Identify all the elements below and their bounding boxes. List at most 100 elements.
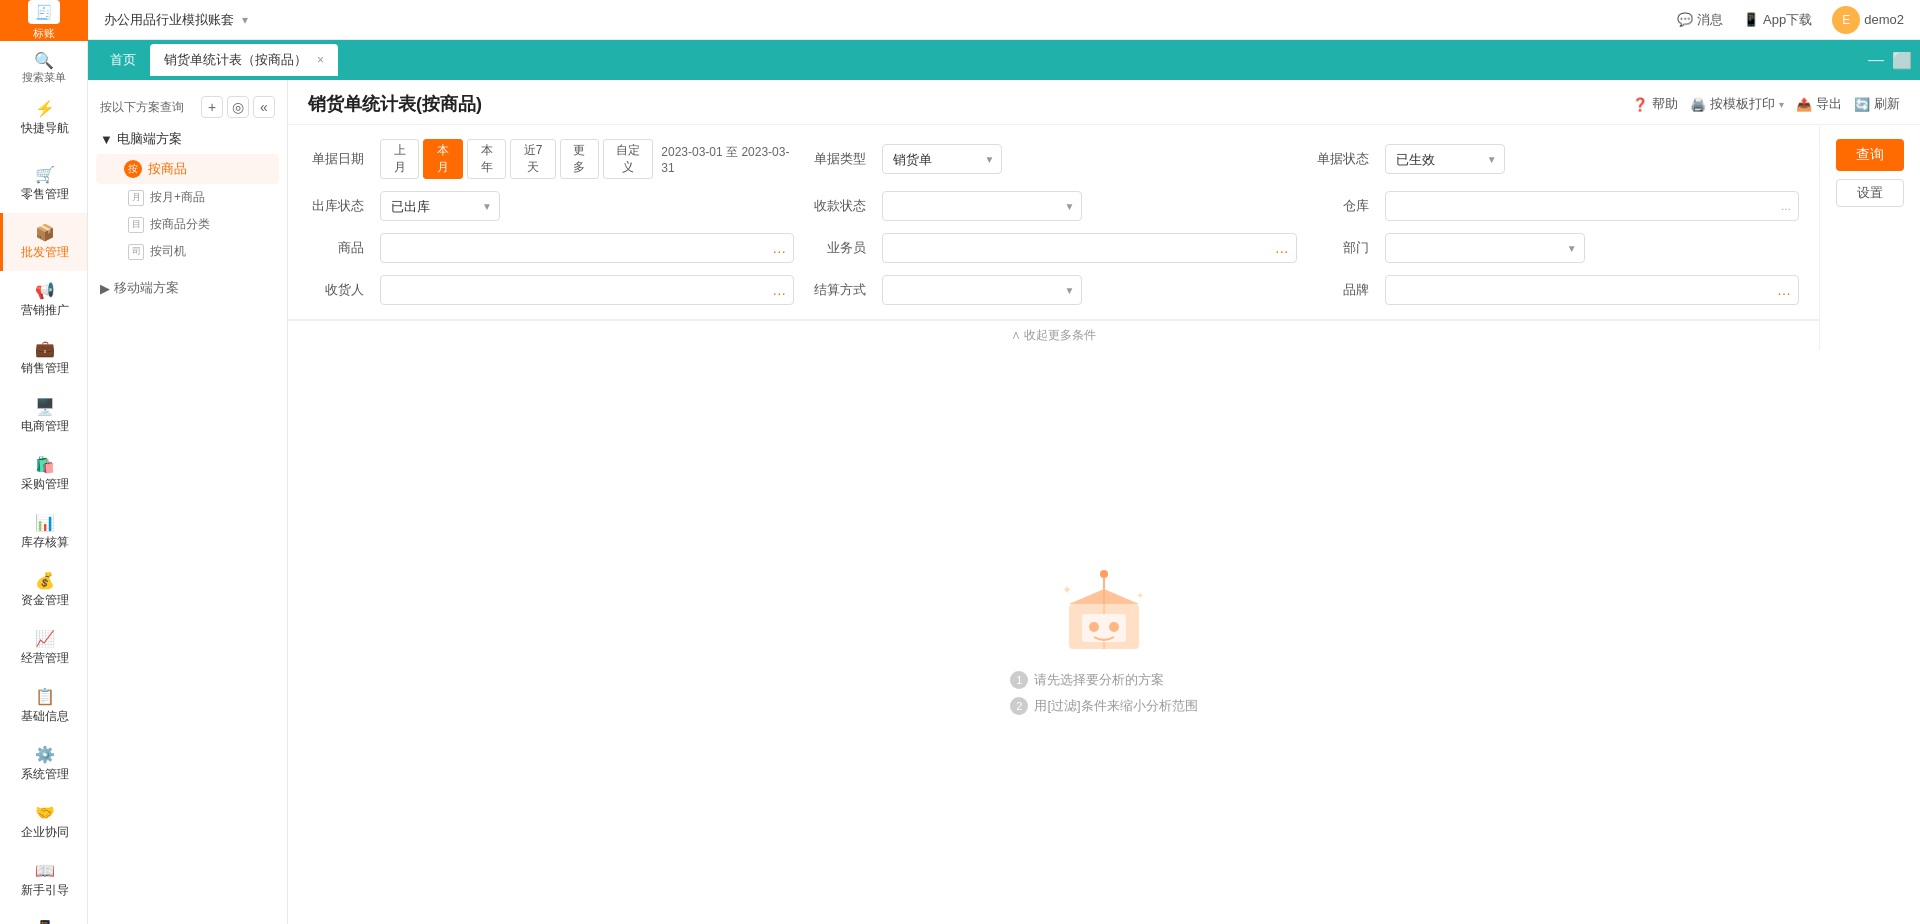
message-btn[interactable]: 💬 消息 — [1677, 11, 1723, 29]
print-btn[interactable]: 🖨️ 按模板打印 ▾ — [1690, 95, 1784, 113]
query-btns: 查询 设置 — [1836, 139, 1904, 207]
sidebar-item-quick-nav[interactable]: ⚡ 快捷导航 — [0, 89, 87, 147]
salesman-input[interactable] — [882, 233, 1296, 263]
setting-btn[interactable]: 设置 — [1836, 179, 1904, 207]
refresh-icon: 🔄 — [1854, 97, 1870, 112]
receive-status-select[interactable] — [882, 191, 1082, 221]
tab-close-icon[interactable]: × — [317, 53, 324, 67]
date-btn-custom[interactable]: 自定义 — [603, 139, 653, 179]
payment-select[interactable] — [882, 275, 1082, 305]
pc-expand-icon: ▼ — [100, 132, 113, 147]
sidebar-item-appstore[interactable]: 📱 应用中心 — [0, 909, 87, 924]
hint-num-1: 1 — [1010, 671, 1028, 689]
out-status-select[interactable]: 已出库 — [380, 191, 500, 221]
ecommerce-label: 电商管理 — [3, 418, 87, 435]
date-btn-7days[interactable]: 近7天 — [510, 139, 555, 179]
header-right: 💬 消息 📱 App下载 E demo2 — [1677, 6, 1904, 34]
query-btn[interactable]: 查询 — [1836, 139, 1904, 171]
scheme-edit-btn[interactable]: ◎ — [227, 96, 249, 118]
scheme-header-label: 按以下方案查询 — [100, 99, 184, 116]
goods-more-icon[interactable]: … — [772, 240, 786, 256]
mobile-group-label: 移动端方案 — [114, 279, 179, 297]
date-btn-more[interactable]: 更多 — [560, 139, 599, 179]
type-select-wrapper: 销货单 — [882, 144, 1002, 174]
marketing-label: 营销推广 — [3, 302, 87, 319]
scheme-collapse-btn[interactable]: « — [253, 96, 275, 118]
receiver-more-icon[interactable]: … — [772, 282, 786, 298]
receiver-input[interactable] — [380, 275, 794, 305]
tab-sales-stat[interactable]: 销货单统计表（按商品） × — [150, 44, 338, 76]
dropdown-icon[interactable]: ▾ — [242, 13, 248, 27]
sidebar-item-guide[interactable]: 📖 新手引导 — [0, 851, 87, 909]
enterprise-label: 企业协同 — [3, 824, 87, 841]
warehouse-more-icon[interactable]: … — [1781, 201, 1791, 212]
sales-label: 销售管理 — [3, 360, 87, 377]
guide-label: 新手引导 — [3, 882, 87, 899]
date-btn-this-month[interactable]: 本月 — [423, 139, 462, 179]
sidebar-item-operation[interactable]: 📈 经营管理 — [0, 619, 87, 677]
scheme-goods-label: 按商品 — [148, 160, 187, 178]
content-wrapper: 按以下方案查询 + ◎ « ▼ 电脑端方案 — [88, 80, 1920, 924]
salesman-input-wrap: … — [882, 233, 1296, 263]
collapse-bar[interactable]: ∧ 收起更多条件 — [288, 320, 1819, 350]
dept-select[interactable] — [1385, 233, 1585, 263]
salesman-more-icon[interactable]: … — [1275, 240, 1289, 256]
scheme-by-month-goods[interactable]: 月 按月+商品 — [96, 184, 279, 211]
sidebar-item-basic[interactable]: 📋 基础信息 — [0, 677, 87, 735]
goods-input[interactable] — [380, 233, 794, 263]
brand-more-icon[interactable]: … — [1777, 282, 1791, 298]
active-tab-label: 销货单统计表（按商品） — [164, 51, 307, 69]
sidebar: 🧾 标账 🔍 搜索菜单 ⚡ 快捷导航 🛒 零售管理 📦 批发管理 📢 营销推广 … — [0, 0, 88, 924]
scheme-active-icon: 按 — [124, 160, 142, 178]
svg-point-7 — [1100, 570, 1108, 578]
scheme-by-driver[interactable]: 司 按司机 — [96, 238, 279, 265]
goods-input-wrap: … — [380, 233, 794, 263]
collapse-label: ∧ 收起更多条件 — [1011, 328, 1096, 342]
sidebar-item-sales[interactable]: 💼 销售管理 — [0, 329, 87, 387]
scheme-by-category[interactable]: 目 按商品分类 — [96, 211, 279, 238]
sidebar-item-enterprise[interactable]: 🤝 企业协同 — [0, 793, 87, 851]
pc-group-header[interactable]: ▼ 电脑端方案 — [96, 124, 279, 154]
sidebar-item-finance[interactable]: 💰 资金管理 — [0, 561, 87, 619]
help-btn[interactable]: ❓ 帮助 — [1632, 95, 1678, 113]
sidebar-item-retail[interactable]: 🛒 零售管理 — [0, 155, 87, 213]
refresh-btn[interactable]: 🔄 刷新 — [1854, 95, 1900, 113]
sidebar-item-purchase[interactable]: 🛍️ 采购管理 — [0, 445, 87, 503]
warehouse-input[interactable] — [1385, 191, 1799, 221]
brand-input[interactable] — [1385, 275, 1799, 305]
inventory-label: 库存核算 — [3, 534, 87, 551]
query-btn-area: 查询 设置 — [1819, 125, 1920, 350]
sidebar-item-ecommerce[interactable]: 🖥️ 电商管理 — [0, 387, 87, 445]
date-btns: 上月 本月 本年 近7天 更多 自定义 — [380, 139, 653, 179]
user-info[interactable]: E demo2 — [1832, 6, 1904, 34]
scheme-by-goods[interactable]: 按 按商品 — [96, 154, 279, 184]
tab-home[interactable]: 首页 — [96, 44, 150, 76]
scheme-add-btn[interactable]: + — [201, 96, 223, 118]
retail-label: 零售管理 — [3, 186, 87, 203]
tab-minimize-btn[interactable]: — — [1868, 51, 1884, 69]
finance-label: 资金管理 — [3, 592, 87, 609]
date-btn-this-year[interactable]: 本年 — [467, 139, 506, 179]
status-control: 已生效 — [1385, 144, 1799, 174]
date-btn-last-month[interactable]: 上月 — [380, 139, 419, 179]
payment-select-wrapper — [882, 275, 1082, 305]
system-label: 系统管理 — [3, 766, 87, 783]
mobile-group-header[interactable]: ▶ 移动端方案 — [96, 273, 279, 303]
sidebar-search[interactable]: 🔍 搜索菜单 — [0, 41, 87, 89]
export-btn[interactable]: 📤 导出 — [1796, 95, 1842, 113]
sidebar-item-inventory[interactable]: 📊 库存核算 — [0, 503, 87, 561]
sidebar-item-wholesale[interactable]: 📦 批发管理 — [0, 213, 87, 271]
app-download-btn[interactable]: 📱 App下载 — [1743, 11, 1812, 29]
status-select[interactable]: 已生效 — [1385, 144, 1505, 174]
sidebar-item-system[interactable]: ⚙️ 系统管理 — [0, 735, 87, 793]
app-logo: 🧾 标账 — [0, 0, 88, 41]
goods-control: … — [380, 233, 794, 263]
type-select[interactable]: 销货单 — [882, 144, 1002, 174]
filter-row-3: 商品 … 业务员 … — [308, 233, 1799, 263]
basic-label: 基础信息 — [3, 708, 87, 725]
tab-maximize-btn[interactable]: ⬜ — [1892, 51, 1912, 70]
sidebar-item-marketing[interactable]: 📢 营销推广 — [0, 271, 87, 329]
left-scheme-panel: 按以下方案查询 + ◎ « ▼ 电脑端方案 — [88, 80, 288, 924]
home-tab-label: 首页 — [110, 51, 136, 69]
hint-num-2: 2 — [1010, 697, 1028, 715]
